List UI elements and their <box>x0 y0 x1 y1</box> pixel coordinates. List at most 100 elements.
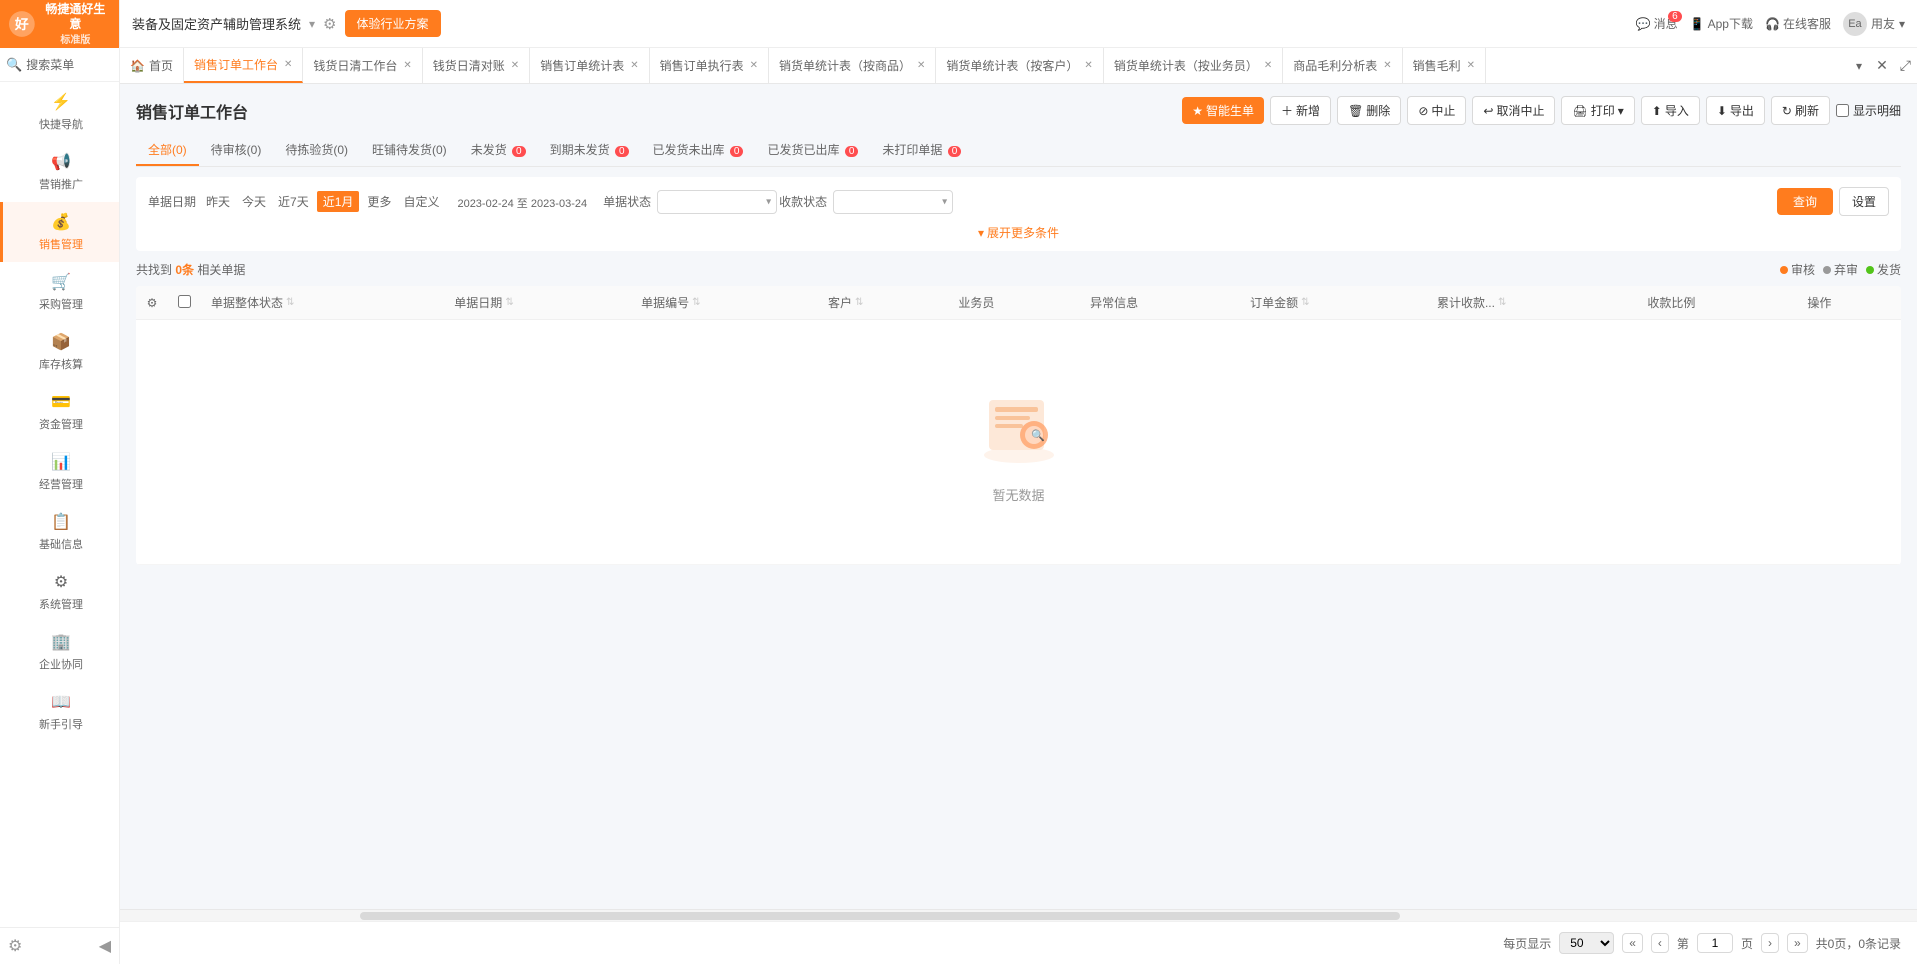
sidebar-item-inventory[interactable]: 📦 库存核算 <box>0 322 119 382</box>
sort-date[interactable]: 单据日期 ⇅ <box>454 294 621 311</box>
filter-tab-expired[interactable]: 到期未发货 0 <box>538 135 641 166</box>
app-download-item[interactable]: 📱 App下载 <box>1690 15 1753 32</box>
tab-sales-stat-product[interactable]: 销货单统计表（按商品） ✕ <box>769 48 936 83</box>
show-detail-label[interactable]: 显示明细 <box>1836 102 1901 119</box>
filter-tab-pending-review[interactable]: 待审核(0) <box>199 135 274 166</box>
sidebar-item-operation[interactable]: 📊 经营管理 <box>0 442 119 502</box>
settings-icon[interactable]: ⚙ <box>323 15 336 33</box>
col-checkbox[interactable] <box>168 286 201 320</box>
stop-button[interactable]: ⊘ 中止 <box>1407 96 1466 125</box>
date-more[interactable]: 更多 <box>363 191 395 212</box>
sidebar-search[interactable]: 🔍 搜索菜单 <box>0 48 119 82</box>
tab-gross-profit-close[interactable]: ✕ <box>1383 60 1391 71</box>
dropdown-arrow-icon[interactable]: ▾ <box>309 17 315 31</box>
sidebar-item-purchase[interactable]: 🛒 采购管理 <box>0 262 119 322</box>
settings-icon[interactable]: ⚙ <box>8 936 22 956</box>
sidebar-item-finance[interactable]: 💳 资金管理 <box>0 382 119 442</box>
status-select[interactable] <box>657 190 777 214</box>
date-yesterday[interactable]: 昨天 <box>202 191 234 212</box>
date-1month[interactable]: 近1月 <box>317 191 360 212</box>
prev-page-button[interactable]: ‹ <box>1651 933 1669 953</box>
tab-home[interactable]: 🏠 首页 <box>120 48 184 83</box>
message-icon-item[interactable]: 💬 6 消息 <box>1636 15 1678 32</box>
tab-sales-stat-staff[interactable]: 销货单统计表（按业务员） ✕ <box>1104 48 1283 83</box>
tab-more-button[interactable]: ▾ <box>1848 48 1870 83</box>
date-custom[interactable]: 自定义 <box>399 191 443 212</box>
tab-cash-daily[interactable]: 钱货日清工作台 ✕ <box>303 48 422 83</box>
next-page-button[interactable]: › <box>1761 933 1779 953</box>
filter-tab-pending-inspect[interactable]: 待拣验货(0) <box>273 135 360 166</box>
sort-status[interactable]: 单据整体状态 ⇅ <box>211 294 434 311</box>
avatar: Ea <box>1843 12 1867 36</box>
sort-customer[interactable]: 客户 ⇅ <box>828 294 938 311</box>
tab-sales-stat[interactable]: 销售订单统计表 ✕ <box>530 48 649 83</box>
sidebar-item-base-info[interactable]: 📋 基础信息 <box>0 502 119 562</box>
tab-sales-stat-close[interactable]: ✕ <box>630 60 638 71</box>
add-button[interactable]: ＋ 新增 <box>1270 96 1331 125</box>
tab-sales-stat-customer[interactable]: 销货单统计表（按客户） ✕ <box>936 48 1103 83</box>
scrollbar-thumb[interactable] <box>360 912 1400 920</box>
payment-select[interactable] <box>833 190 953 214</box>
filter-tab-wangpu[interactable]: 旺铺待发货(0) <box>360 135 459 166</box>
sidebar-item-guide[interactable]: 📖 新手引导 <box>0 682 119 742</box>
filter-tab-all[interactable]: 全部(0) <box>136 135 199 166</box>
sort-staff[interactable]: 业务员 <box>958 294 1070 311</box>
user-menu[interactable]: Ea 用友 ▾ <box>1843 12 1905 36</box>
tab-sales-stat-product-close[interactable]: ✕ <box>917 60 925 71</box>
expand-conditions-button[interactable]: ▾ 展开更多条件 <box>978 224 1059 241</box>
filter-tab-shipped-not-out[interactable]: 已发货未出库 0 <box>641 135 756 166</box>
tab-sales-more-close[interactable]: ✕ <box>1467 60 1475 71</box>
tab-sales-stat-customer-close[interactable]: ✕ <box>1084 60 1092 71</box>
export-button[interactable]: ⬇ 导出 <box>1706 96 1765 125</box>
sidebar-item-system[interactable]: ⚙ 系统管理 <box>0 562 119 622</box>
page-size-select[interactable]: 50 10 20 100 <box>1559 932 1614 954</box>
ship-action-button[interactable]: 发货 <box>1866 261 1901 278</box>
select-all-checkbox[interactable] <box>178 295 191 308</box>
sort-amount[interactable]: 订单金额 ⇅ <box>1250 294 1417 311</box>
sidebar-item-enterprise[interactable]: 🏢 企业协同 <box>0 622 119 682</box>
date-7days[interactable]: 近7天 <box>274 191 313 212</box>
industry-solution-button[interactable]: 体验行业方案 <box>345 10 441 37</box>
date-today[interactable]: 今天 <box>238 191 270 212</box>
sort-number[interactable]: 单据编号 ⇅ <box>641 294 808 311</box>
tab-sales-order-close[interactable]: ✕ <box>284 59 292 70</box>
sort-collected[interactable]: 累计收款... ⇅ <box>1437 294 1627 311</box>
horizontal-scrollbar[interactable] <box>120 909 1917 921</box>
review-action-button[interactable]: 审核 <box>1780 261 1815 278</box>
filter-tab-shipped-out[interactable]: 已发货已出库 0 <box>755 135 870 166</box>
collapse-icon[interactable]: ◀ <box>99 936 111 956</box>
import-button[interactable]: ⬆ 导入 <box>1641 96 1700 125</box>
tab-close-all-button[interactable]: ✕ <box>1870 48 1894 83</box>
tab-cash-reconcile[interactable]: 钱货日清对账 ✕ <box>423 48 530 83</box>
tab-cash-daily-close[interactable]: ✕ <box>403 60 411 71</box>
tab-sales-order[interactable]: 销售订单工作台 ✕ <box>184 48 303 83</box>
first-page-button[interactable]: « <box>1622 933 1643 953</box>
filter-tab-not-printed[interactable]: 未打印单据 0 <box>870 135 973 166</box>
print-button[interactable]: 🖨 打印 ▾ <box>1561 96 1634 125</box>
tab-cash-reconcile-close[interactable]: ✕ <box>511 60 519 71</box>
page-input[interactable] <box>1697 933 1733 953</box>
show-detail-checkbox[interactable] <box>1836 104 1849 117</box>
sidebar-item-marketing[interactable]: 📢 营销推广 <box>0 142 119 202</box>
tab-gross-profit[interactable]: 商品毛利分析表 ✕ <box>1283 48 1402 83</box>
settings-query-button[interactable]: 设置 <box>1839 187 1889 216</box>
last-page-button[interactable]: » <box>1787 933 1808 953</box>
tab-sales-more[interactable]: 销售毛利 ✕ <box>1403 48 1486 83</box>
tab-sales-exec[interactable]: 销售订单执行表 ✕ <box>650 48 769 83</box>
cancel-review-action-button[interactable]: 弃审 <box>1823 261 1858 278</box>
tab-sales-exec-close[interactable]: ✕ <box>750 60 758 71</box>
filter-tab-not-shipped[interactable]: 未发货 0 <box>459 135 538 166</box>
col-settings[interactable]: ⚙ <box>136 286 168 320</box>
stop-icon: ⊘ <box>1418 104 1428 118</box>
online-service-item[interactable]: 🎧 在线客服 <box>1765 15 1831 32</box>
tab-sales-stat-staff-close[interactable]: ✕ <box>1264 60 1272 71</box>
delete-button[interactable]: 🗑 删除 <box>1337 96 1401 125</box>
refresh-button[interactable]: ↻ 刷新 <box>1771 96 1830 125</box>
smart-create-button[interactable]: ★ 智能生单 <box>1182 97 1264 124</box>
sidebar-item-sales[interactable]: 💰 销售管理 <box>0 202 119 262</box>
query-button[interactable]: 查询 <box>1777 188 1833 215</box>
sidebar-item-quick-nav[interactable]: ⚡ 快捷导航 <box>0 82 119 142</box>
sidebar-item-label: 采购管理 <box>39 296 83 312</box>
cancel-stop-button[interactable]: ↩ 取消中止 <box>1472 96 1555 125</box>
tab-resize-button[interactable]: ⤢ <box>1894 48 1917 83</box>
